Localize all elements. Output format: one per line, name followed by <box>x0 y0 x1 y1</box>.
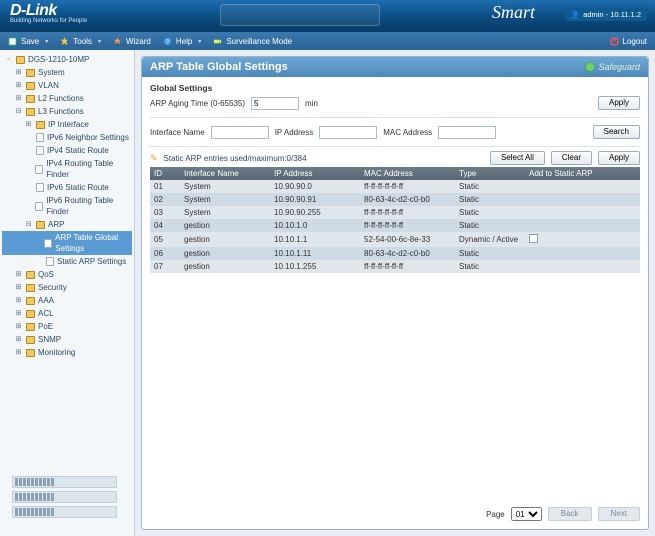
clear-button[interactable]: Clear <box>551 151 592 165</box>
tree-ipv6-routing[interactable]: ·IPv6 Routing Table Finder <box>2 194 132 218</box>
tree-arp-global[interactable]: ·ARP Table Global Settings <box>2 231 132 255</box>
apply-aging-button[interactable]: Apply <box>598 96 640 110</box>
logout-button[interactable]: Logout <box>610 37 647 46</box>
tree-poe[interactable]: ⊞PoE <box>2 320 132 333</box>
tree-arp[interactable]: ⊟ARP <box>2 218 132 231</box>
tree-ipv4-routing[interactable]: ·IPv4 Routing Table Finder <box>2 157 132 181</box>
aging-time-input[interactable] <box>251 97 299 110</box>
tree-ipv4-static[interactable]: ·IPv4 Static Route <box>2 144 132 157</box>
tree-system[interactable]: ⊞System <box>2 66 132 79</box>
col-id: ID <box>150 167 180 180</box>
select-all-button[interactable]: Select All <box>490 151 545 165</box>
next-button[interactable]: Next <box>598 507 640 521</box>
table-row[interactable]: 03System10.90.90.255ff-ff-ff-ff-ff-ffSta… <box>150 206 640 219</box>
col-ip: IP Address <box>270 167 360 180</box>
smart-logo: Smart <box>492 2 535 23</box>
ip-addr-label: IP Address <box>275 128 314 137</box>
table-row[interactable]: 07gestion10.10.1.255ff-ff-ff-ff-ff-ffSta… <box>150 260 640 273</box>
wizard-button[interactable]: Wizard <box>113 37 151 46</box>
help-menu[interactable]: ?Help <box>163 37 201 46</box>
table-row[interactable]: 01System10.90.90.0ff-ff-ff-ff-ff-ffStati… <box>150 180 640 193</box>
page-select[interactable]: 01 <box>511 507 542 521</box>
add-static-checkbox[interactable] <box>529 234 538 243</box>
admin-pill[interactable]: admin - 10.11.1.2 <box>565 8 647 21</box>
tree-acl[interactable]: ⊞ACL <box>2 307 132 320</box>
tree-monitoring[interactable]: ⊞Monitoring <box>2 346 132 359</box>
apply-entries-button[interactable]: Apply <box>598 151 640 165</box>
aging-time-label: ARP Aging Time (0-65535) <box>150 99 245 108</box>
brand-logo: D-Link Building Networks for People <box>10 2 87 24</box>
safeguard-dot-icon <box>586 63 594 71</box>
back-button[interactable]: Back <box>548 507 592 521</box>
mac-addr-input[interactable] <box>438 126 496 139</box>
entries-count: Static ARP entries used/maximum:0/384 <box>164 154 307 163</box>
tree-vlan[interactable]: ⊞VLAN <box>2 79 132 92</box>
surveillance-mode-button[interactable]: Surveillance Mode <box>213 37 292 46</box>
if-name-input[interactable] <box>211 126 269 139</box>
page-label: Page <box>486 510 505 519</box>
global-settings-label: Global Settings <box>150 83 640 93</box>
tree-l2[interactable]: ⊞L2 Functions <box>2 92 132 105</box>
tools-menu[interactable]: Tools <box>60 37 101 46</box>
tree-ipv6-neighbor[interactable]: ·IPv6 Neighbor Settings <box>2 131 132 144</box>
panel-title: ARP Table Global Settings <box>150 61 288 73</box>
svg-text:?: ? <box>166 39 169 45</box>
tree-ipv6-static[interactable]: ·IPv6 Static Route <box>2 181 132 194</box>
tree-root[interactable]: ▫DGS-1210-10MP <box>2 53 132 66</box>
main-panel: ARP Table Global Settings Safeguard Glob… <box>141 56 649 530</box>
port-indicator-panel <box>220 4 380 26</box>
col-if: Interface Name <box>180 167 270 180</box>
tree-aaa[interactable]: ⊞AAA <box>2 294 132 307</box>
tree-ip-interface[interactable]: ⊞IP Interface <box>2 118 132 131</box>
ip-addr-input[interactable] <box>319 126 377 139</box>
col-type: Type <box>455 167 525 180</box>
pencil-icon: ✎ <box>150 153 158 164</box>
nav-tree: ▫DGS-1210-10MP ⊞System ⊞VLAN ⊞L2 Functio… <box>0 50 135 536</box>
table-row[interactable]: 06gestion10.10.1.1180-63-4c-d2-c0-b0Stat… <box>150 247 640 260</box>
save-menu[interactable]: Save <box>8 37 48 46</box>
tree-static-arp[interactable]: ·Static ARP Settings <box>2 255 132 268</box>
table-row[interactable]: 02System10.90.90.9180-63-4c-d2-c0-b0Stat… <box>150 193 640 206</box>
arp-table: ID Interface Name IP Address MAC Address… <box>150 167 640 273</box>
top-banner: D-Link Building Networks for People Smar… <box>0 0 655 32</box>
main-toolbar: Save Tools Wizard ?Help Surveillance Mod… <box>0 32 655 50</box>
if-name-label: Interface Name <box>150 128 205 137</box>
pager: Page 01 Back Next <box>486 507 640 521</box>
tree-snmp[interactable]: ⊞SNMP <box>2 333 132 346</box>
table-row[interactable]: 04gestion10.10.1.0ff-ff-ff-ff-ff-ffStati… <box>150 219 640 232</box>
search-button[interactable]: Search <box>593 125 640 139</box>
tree-qos[interactable]: ⊞QoS <box>2 268 132 281</box>
table-row[interactable]: 05gestion10.10.1.152-54-00-6c-8e-33Dynam… <box>150 232 640 247</box>
aging-unit: min <box>305 99 318 108</box>
brand-tagline: Building Networks for People <box>10 18 87 24</box>
device-image <box>12 473 117 528</box>
tree-l3[interactable]: ⊟L3 Functions <box>2 105 132 118</box>
col-add: Add to Static ARP <box>525 167 640 180</box>
tree-security[interactable]: ⊞Security <box>2 281 132 294</box>
safeguard-indicator: Safeguard <box>586 62 640 72</box>
col-mac: MAC Address <box>360 167 455 180</box>
mac-addr-label: MAC Address <box>383 128 432 137</box>
